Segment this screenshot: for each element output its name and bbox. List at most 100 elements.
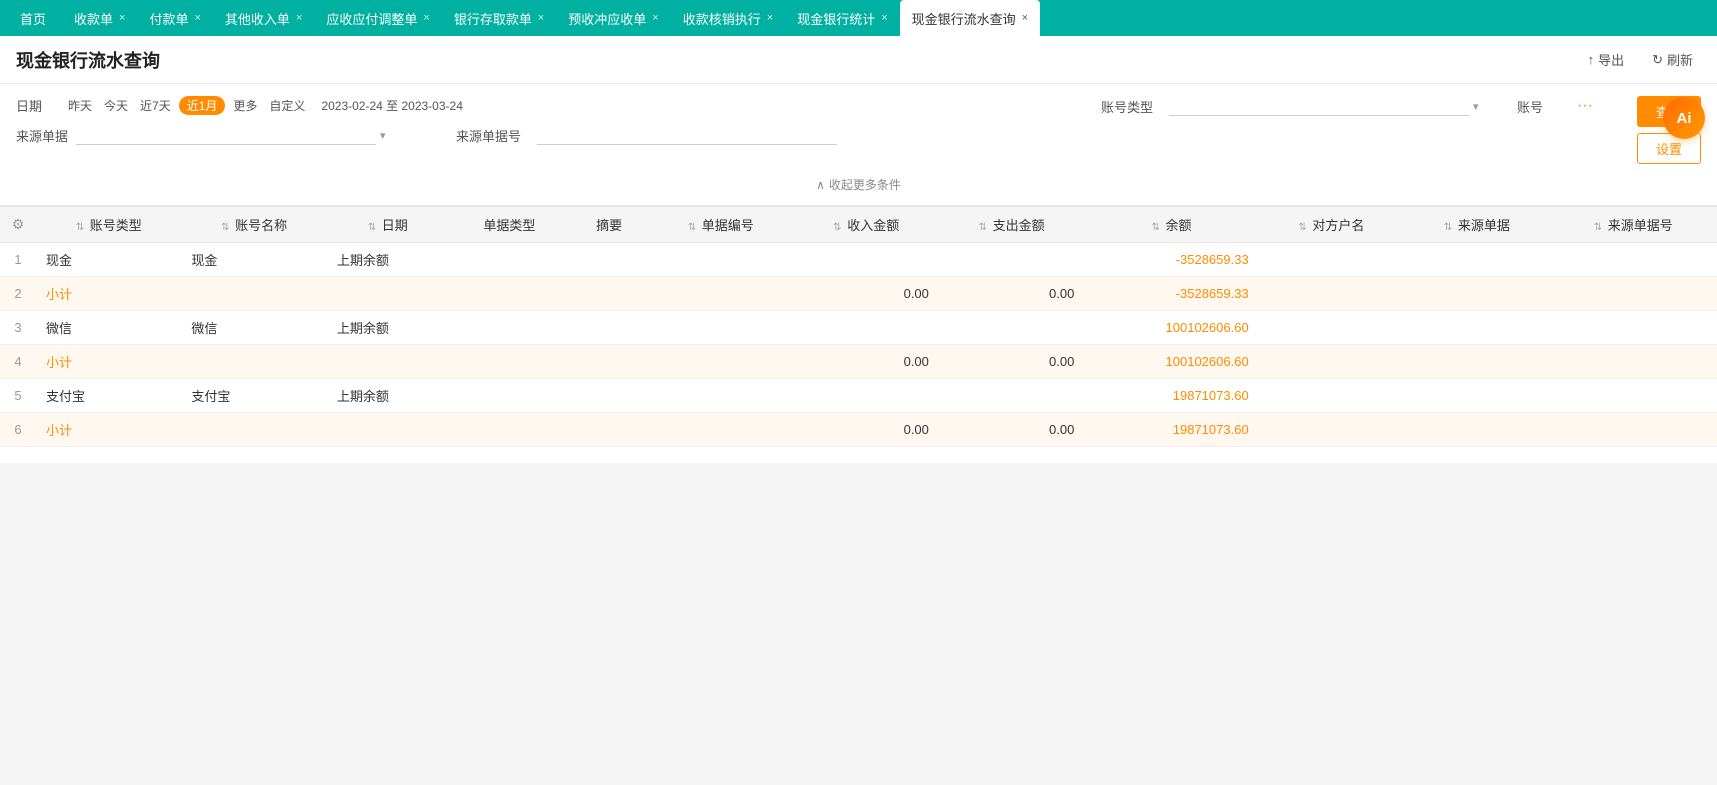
col-doc-num[interactable]: ⇅ 单据编号: [648, 207, 793, 243]
sort-source-doc-num-icon: ⇅: [1594, 222, 1602, 233]
col-source-doc[interactable]: ⇅ 来源单据: [1404, 207, 1549, 243]
sort-doc-num-icon: ⇅: [688, 222, 696, 233]
nav-tab-cash-stats-close[interactable]: ×: [881, 12, 887, 24]
filter-area: 日期 昨天 今天 近7天 近1月 更多 自定义 2023-02-24 至 202…: [0, 84, 1717, 206]
col-date[interactable]: ⇅ 日期: [327, 207, 449, 243]
row-num-2: 3: [0, 311, 36, 345]
row-account-name-0: 现金: [181, 243, 326, 277]
nav-tab-prepay-close[interactable]: ×: [652, 12, 658, 24]
col-expense[interactable]: ⇅ 支出金额: [939, 207, 1084, 243]
account-type-chevron-icon: ▾: [1473, 100, 1479, 113]
row-summary-5: [570, 413, 648, 447]
row-counterparty-3: [1259, 345, 1404, 379]
nav-tab-cash-flow-close[interactable]: ×: [1022, 12, 1028, 24]
nav-tab-cash-flow[interactable]: 现金银行流水查询 ×: [900, 0, 1040, 36]
col-account-name[interactable]: ⇅ 账号名称: [181, 207, 326, 243]
gear-icon[interactable]: ⚙: [12, 216, 25, 233]
row-expense-2: [939, 311, 1084, 345]
row-doc-type-4: [449, 379, 571, 413]
date-opt-yesterday[interactable]: 昨天: [64, 96, 96, 115]
nav-tab-home[interactable]: 首页: [4, 0, 62, 36]
account-type-input[interactable]: [1169, 96, 1469, 116]
date-range-display: 2023-02-24 至 2023-03-24: [321, 97, 462, 114]
row-num-0: 1: [0, 243, 36, 277]
nav-tab-home-label: 首页: [20, 9, 46, 28]
row-source-doc-num-2: [1550, 311, 1717, 345]
date-opt-more[interactable]: 更多: [229, 96, 261, 115]
row-source-doc-num-0: [1550, 243, 1717, 277]
row-account-type-5: 小计: [36, 413, 181, 447]
row-date-1: [327, 277, 449, 311]
top-navigation: 首页 收款单 × 付款单 × 其他收入单 × 应收应付调整单 × 银行存取款单 …: [0, 0, 1717, 36]
account-type-label: 账号类型: [1101, 97, 1153, 116]
nav-tab-receipt-label: 收款单: [74, 9, 113, 28]
table-row: 6 小计 0.00 0.00 19871073.60: [0, 413, 1717, 447]
row-source-doc-num-3: [1550, 345, 1717, 379]
date-opt-1month[interactable]: 近1月: [179, 96, 226, 115]
nav-tab-receipt-verify-close[interactable]: ×: [767, 12, 773, 24]
col-gear: ⚙: [0, 207, 36, 243]
collapse-label: 收起更多条件: [829, 176, 901, 193]
nav-tab-prepay[interactable]: 预收冲应收单 ×: [556, 0, 670, 36]
nav-tab-ar-ap[interactable]: 应收应付调整单 ×: [314, 0, 441, 36]
nav-tab-bank-deposit[interactable]: 银行存取款单 ×: [442, 0, 556, 36]
date-opt-custom[interactable]: 自定义: [265, 96, 309, 115]
export-button[interactable]: ↑ 导出: [1580, 46, 1633, 73]
date-opt-7days[interactable]: 近7天: [136, 96, 175, 115]
nav-tab-ar-ap-close[interactable]: ×: [423, 12, 429, 24]
row-counterparty-2: [1259, 311, 1404, 345]
refresh-button[interactable]: ↻ 刷新: [1644, 46, 1701, 73]
nav-tab-receipt-verify[interactable]: 收款核销执行 ×: [671, 0, 785, 36]
nav-tab-other-income-close[interactable]: ×: [296, 12, 302, 24]
page-title: 现金银行流水查询: [16, 47, 160, 73]
account-label: 账号: [1517, 97, 1557, 116]
row-num-1: 2: [0, 277, 36, 311]
source-doc-input[interactable]: [76, 125, 376, 145]
row-expense-3: 0.00: [939, 345, 1084, 379]
row-expense-4: [939, 379, 1084, 413]
nav-tab-ar-ap-label: 应收应付调整单: [326, 9, 417, 28]
nav-tab-payment-close[interactable]: ×: [194, 12, 200, 24]
col-summary-label: 摘要: [596, 218, 622, 233]
sort-date-icon: ⇅: [368, 222, 376, 233]
col-doc-type: 单据类型: [449, 207, 571, 243]
date-opt-today[interactable]: 今天: [100, 96, 132, 115]
account-ellipsis-button[interactable]: ···: [1573, 97, 1597, 115]
nav-tab-cash-flow-label: 现金银行流水查询: [912, 9, 1016, 28]
row-source-doc-0: [1404, 243, 1549, 277]
row-source-doc-num-5: [1550, 413, 1717, 447]
col-counterparty[interactable]: ⇅ 对方户名: [1259, 207, 1404, 243]
col-account-type[interactable]: ⇅ 账号类型: [36, 207, 181, 243]
nav-tab-receipt[interactable]: 收款单 ×: [62, 0, 137, 36]
row-summary-0: [570, 243, 648, 277]
row-date-4: 上期余额: [327, 379, 449, 413]
row-expense-5: 0.00: [939, 413, 1084, 447]
row-income-3: 0.00: [793, 345, 938, 379]
table-body: 1 现金 现金 上期余额 -3528659.33 2 小计 0.00 0.00 …: [0, 243, 1717, 447]
row-account-name-1: [181, 277, 326, 311]
table-header-row: ⚙ ⇅ 账号类型 ⇅ 账号名称 ⇅ 日期 单据类型 摘要: [0, 207, 1717, 243]
row-source-doc-4: [1404, 379, 1549, 413]
nav-tab-other-income[interactable]: 其他收入单 ×: [213, 0, 314, 36]
source-doc-label: 来源单据: [16, 126, 68, 145]
collapse-bar[interactable]: ∧ 收起更多条件: [16, 172, 1701, 201]
row-doc-type-1: [449, 277, 571, 311]
ai-assistant-button[interactable]: Ai: [1663, 97, 1705, 139]
nav-tab-bank-deposit-close[interactable]: ×: [538, 12, 544, 24]
col-balance[interactable]: ⇅ 余额: [1084, 207, 1258, 243]
nav-tab-other-income-label: 其他收入单: [225, 9, 290, 28]
nav-tab-cash-stats[interactable]: 现金银行统计 ×: [785, 0, 899, 36]
header-actions: ↑ 导出 ↻ 刷新: [1580, 46, 1701, 73]
col-date-label: 日期: [382, 218, 408, 233]
table-row: 4 小计 0.00 0.00 100102606.60: [0, 345, 1717, 379]
row-doc-num-2: [648, 311, 793, 345]
col-income[interactable]: ⇅ 收入金额: [793, 207, 938, 243]
source-doc-num-label: 来源单据号: [456, 126, 521, 145]
export-label: 导出: [1598, 50, 1624, 69]
nav-tab-payment[interactable]: 付款单 ×: [137, 0, 212, 36]
row-counterparty-4: [1259, 379, 1404, 413]
col-source-doc-num[interactable]: ⇅ 来源单据号: [1550, 207, 1717, 243]
nav-tab-receipt-close[interactable]: ×: [119, 12, 125, 24]
source-doc-num-input[interactable]: [537, 125, 837, 145]
row-counterparty-0: [1259, 243, 1404, 277]
